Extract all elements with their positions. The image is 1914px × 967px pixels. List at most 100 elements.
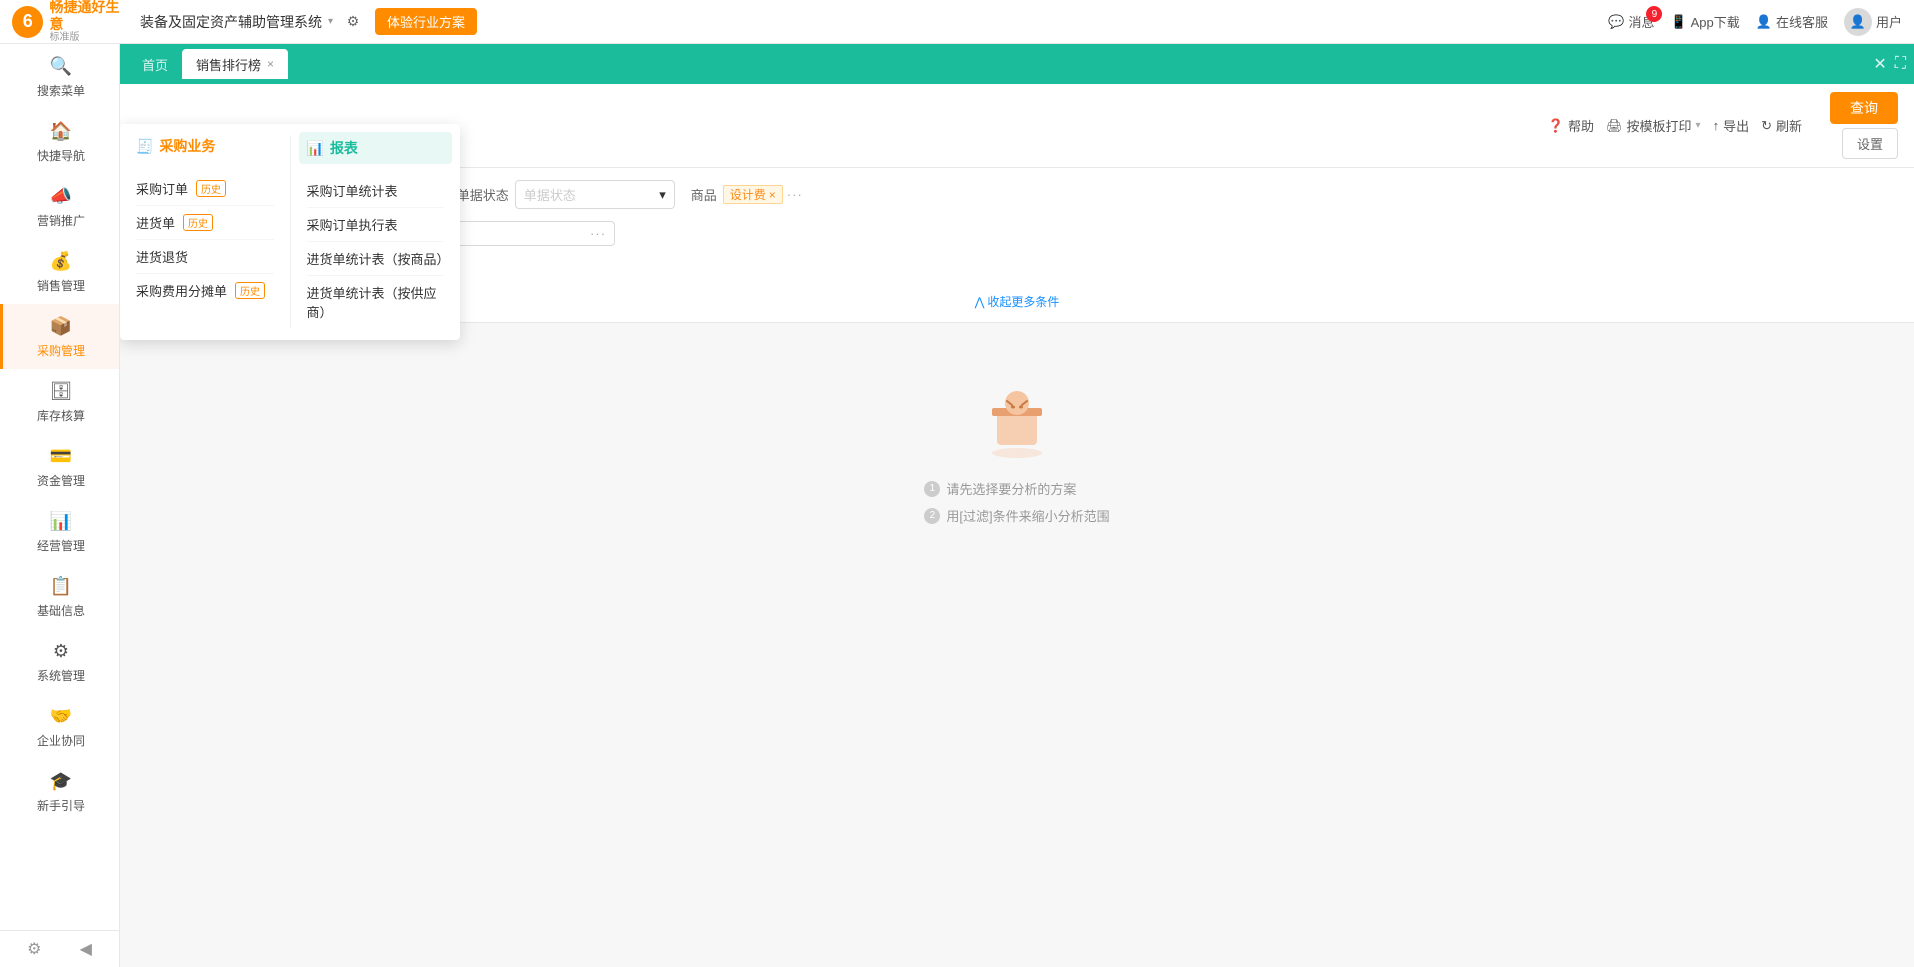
sidebar-item-operations[interactable]: 📊 经营管理 — [0, 499, 119, 564]
menu-report-order-exec[interactable]: 采购订单执行表 — [307, 208, 445, 242]
messages-btn[interactable]: 💬 消息 9 — [1608, 12, 1654, 31]
app-download-btn[interactable]: 📱 App下载 — [1670, 12, 1739, 31]
marketing-icon: 📣 — [49, 184, 73, 208]
empty-illustration — [977, 383, 1057, 463]
tab-bar-close-icon[interactable]: ✕ — [1873, 54, 1886, 74]
inventory-icon: 🗄 — [49, 379, 73, 403]
sidebar-bottom: ⚙ ◀ — [0, 930, 119, 967]
voucher-status-select[interactable]: 单据状态 ▾ — [515, 180, 675, 209]
sidebar-settings-btn[interactable]: ⚙ — [27, 939, 41, 959]
sidebar-item-purchase-mgmt[interactable]: 📦 采购管理 — [0, 304, 119, 369]
export-icon: ↑ — [1713, 118, 1720, 133]
sidebar-item-search-menu[interactable]: 🔍 搜索菜单 — [0, 44, 119, 109]
sidebar-item-beginner[interactable]: 🎓 新手引导 — [0, 759, 119, 824]
tab-bar-right: ✕ ⛶ — [1873, 54, 1906, 74]
refresh-btn[interactable]: ↻ 刷新 — [1761, 116, 1802, 135]
menu-purchase-receipt[interactable]: 进货单 历史 — [136, 206, 274, 240]
salesperson-select[interactable]: ··· — [435, 221, 615, 246]
header-right: 💬 消息 9 📱 App下载 👤 在线客服 👤 用户 — [1608, 8, 1902, 36]
sidebar-item-finance[interactable]: 💳 资金管理 — [0, 434, 119, 499]
menu-purchase-expense[interactable]: 采购费用分摊单 历史 — [136, 274, 274, 307]
avatar: 👤 — [1844, 8, 1872, 36]
sidebar-item-sales-mgmt[interactable]: 💰 销售管理 — [0, 239, 119, 304]
menu-purchase-order[interactable]: 采购订单 历史 — [136, 172, 274, 206]
message-icon: 💬 — [1608, 14, 1624, 30]
phone-icon: 📱 — [1670, 14, 1686, 30]
basic-info-icon: 📋 — [49, 574, 73, 598]
system-title: 装备及固定资产辅助管理系统 ▾ ⚙ — [140, 8, 367, 36]
filter-goods: 商品 设计费 × ··· — [691, 185, 803, 204]
goods-tags: 设计费 × ··· — [723, 185, 803, 204]
menu-purchase-return[interactable]: 进货退货 — [136, 240, 274, 274]
finance-icon: 💳 — [49, 444, 73, 468]
search-menu-icon: 🔍 — [49, 54, 73, 78]
tab-sales-rank[interactable]: 销售排行榜 × — [182, 49, 288, 79]
hist-badge-expense: 历史 — [235, 282, 265, 299]
select-arrow-icon: ▾ — [659, 187, 666, 203]
logo-icon: 6 — [12, 6, 43, 38]
purchase-col: 🧾 采购业务 采购订单 历史 进货单 历史 进货退货 — [120, 136, 290, 328]
collapse-icon: ⋀ — [975, 295, 985, 309]
goods-tag: 设计费 × — [723, 185, 783, 204]
industry-button[interactable]: 体验行业方案 — [375, 8, 477, 35]
purchase-icon: 📦 — [49, 314, 73, 338]
query-button[interactable]: 查询 — [1830, 92, 1898, 124]
hist-badge-purchase-order: 历史 — [196, 180, 226, 197]
tag-close-icon[interactable]: × — [769, 188, 776, 202]
tab-close-icon[interactable]: × — [267, 57, 274, 71]
menu-report-receipt-goods[interactable]: 进货单统计表（按商品） — [307, 242, 445, 276]
reports-col: 📊 报表 采购订单统计表 采购订单执行表 进货单统计表（按商品） 进货单统计表（… — [291, 136, 461, 328]
print-dropdown-icon[interactable]: ▾ — [1696, 120, 1701, 131]
help-icon: ❓ — [1548, 118, 1564, 134]
salesperson-dots: ··· — [590, 226, 606, 241]
hist-badge-receipt: 历史 — [183, 214, 213, 231]
reports-col-icon: 📊 — [307, 140, 324, 157]
filter-voucher-status: 单据状态 单据状态 ▾ — [457, 180, 675, 209]
menu-report-order-stat[interactable]: 采购订单统计表 — [307, 174, 445, 208]
online-service-btn[interactable]: 👤 在线客服 — [1756, 12, 1828, 31]
sidebar-item-marketing[interactable]: 📣 营销推广 — [0, 174, 119, 239]
goods-more-dots[interactable]: ··· — [787, 187, 803, 202]
sidebar-item-enterprise[interactable]: 🤝 企业协同 — [0, 694, 119, 759]
menu-report-receipt-supplier[interactable]: 进货单统计表（按供应商） — [307, 276, 445, 328]
tab-home[interactable]: 首页 — [128, 49, 182, 79]
sidebar-item-inventory[interactable]: 🗄 库存核算 — [0, 369, 119, 434]
empty-tip-1: 1 请先选择要分析的方案 — [924, 479, 1109, 498]
beginner-icon: 🎓 — [49, 769, 73, 793]
print-icon: 🖨 — [1606, 118, 1623, 134]
sidebar-item-basic-info[interactable]: 📋 基础信息 — [0, 564, 119, 629]
enterprise-icon: 🤝 — [49, 704, 73, 728]
empty-tips: 1 请先选择要分析的方案 2 用[过滤]条件来缩小分析范围 — [924, 479, 1109, 525]
settings-button[interactable]: 设置 — [1842, 128, 1898, 159]
sidebar: 🔍 搜索菜单 🏠 快捷导航 📣 营销推广 💰 销售管理 📦 采购管理 🗄 库存核… — [0, 44, 120, 967]
settings-icon-btn[interactable]: ⚙ — [339, 8, 367, 36]
logo-text: 畅捷通好生意 标准版 — [49, 0, 132, 44]
dropdown-cols: 🧾 采购业务 采购订单 历史 进货单 历史 进货退货 — [120, 136, 460, 328]
tab-bar: 首页 销售排行榜 × ✕ ⛶ — [120, 44, 1914, 84]
tab-bar-fullscreen-icon[interactable]: ⛶ — [1895, 55, 1906, 73]
sidebar-collapse-btn[interactable]: ◀ — [80, 939, 92, 959]
user-btn[interactable]: 👤 用户 — [1844, 8, 1902, 36]
sidebar-item-quick-nav[interactable]: 🏠 快捷导航 — [0, 109, 119, 174]
print-btn[interactable]: 🖨 按模板打印 ▾ — [1606, 116, 1701, 135]
purchase-dropdown-menu: 🧾 采购业务 采购订单 历史 进货单 历史 进货退货 — [120, 124, 460, 340]
message-badge: 9 — [1646, 6, 1662, 22]
logo-area: 6 畅捷通好生意 标准版 — [12, 0, 132, 44]
refresh-icon: ↻ — [1761, 118, 1772, 134]
purchase-col-title: 🧾 采购业务 — [136, 136, 274, 162]
empty-tip-2: 2 用[过滤]条件来缩小分析范围 — [924, 506, 1109, 525]
quick-nav-icon: 🏠 — [49, 119, 73, 143]
purchase-col-icon: 🧾 — [136, 138, 153, 155]
reports-col-title: 📊 报表 — [299, 132, 453, 164]
service-icon: 👤 — [1756, 14, 1772, 30]
page-content: 1 请先选择要分析的方案 2 用[过滤]条件来缩小分析范围 — [120, 323, 1914, 967]
dropdown-arrow-icon[interactable]: ▾ — [328, 16, 333, 27]
collapse-btn[interactable]: ⋀ 收起更多条件 — [975, 293, 1060, 310]
sales-icon: 💰 — [49, 249, 73, 273]
sidebar-item-system-mgmt[interactable]: ⚙ 系统管理 — [0, 629, 119, 694]
help-btn[interactable]: ❓ 帮助 — [1548, 116, 1594, 135]
export-btn[interactable]: ↑ 导出 — [1713, 116, 1750, 135]
system-mgmt-icon: ⚙ — [49, 639, 73, 663]
content-area: 首页 销售排行榜 × ✕ ⛶ ❓ 帮助 🖨 按模板打印 — [120, 44, 1914, 967]
empty-state: 1 请先选择要分析的方案 2 用[过滤]条件来缩小分析范围 — [120, 323, 1914, 585]
